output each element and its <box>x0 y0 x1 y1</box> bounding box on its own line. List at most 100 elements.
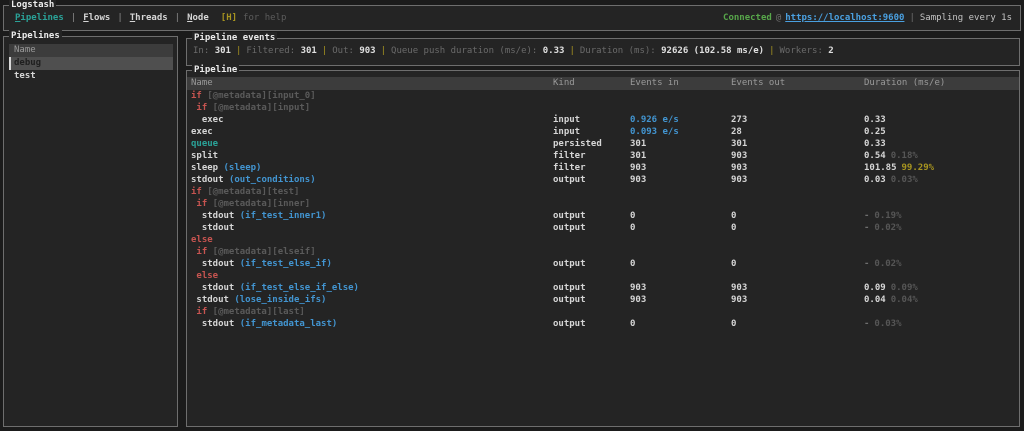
tab-node[interactable]: Node <box>187 13 209 23</box>
duration-cell: -0.02% <box>864 222 1019 234</box>
pipeline-table-row[interactable]: exec input0.093 e/s280.25 <box>187 126 1019 138</box>
sampling-interval-label: Sampling every 1s <box>920 13 1012 23</box>
pipeline-table-row[interactable]: else <box>187 234 1019 246</box>
component-kind <box>553 198 630 210</box>
name-segment-condition: [@metadata][last] <box>207 307 305 317</box>
tab-threads[interactable]: Threads <box>130 13 168 23</box>
connection-state: Connected <box>723 13 772 23</box>
pipeline-table-row[interactable]: execinput0.926 e/s2730.33 <box>187 114 1019 126</box>
events-in-value: 903 <box>630 174 731 186</box>
component-kind: output <box>553 318 630 330</box>
pipeline-title: Pipeline <box>192 64 239 77</box>
events-out-value <box>731 90 864 102</box>
column-header-name: Name <box>187 77 553 90</box>
pipeline-table: Name Kind Events in Events out Duration … <box>187 77 1019 330</box>
duration-value: 0.33 <box>864 139 886 149</box>
events-in-value: 0.093 e/s <box>630 126 731 138</box>
name-segment-id: (if_test_else_if) <box>240 259 332 269</box>
duration-cell <box>864 234 1019 246</box>
pipeline-table-row[interactable]: stdout (out_conditions)output9039030.030… <box>187 174 1019 186</box>
name-segment-condition: [@metadata][input] <box>207 103 310 113</box>
events-in-value <box>630 270 731 282</box>
pipeline-table-row[interactable]: if [@metadata][last] <box>187 306 1019 318</box>
at-symbol: @ <box>776 13 781 23</box>
name-segment-plain: stdout <box>202 211 240 221</box>
events-out-value: 903 <box>731 162 864 174</box>
pipeline-table-row[interactable]: if [@metadata][test] <box>187 186 1019 198</box>
name-segment-id: (sleep) <box>224 163 262 173</box>
events-out-value: 903 <box>731 294 864 306</box>
tab-pipelines[interactable]: Pipelines <box>15 13 64 23</box>
stat-value: 0.33 <box>543 46 565 56</box>
component-name: if [@metadata][inner] <box>187 198 553 210</box>
name-segment-plain: exec <box>191 127 213 137</box>
window-title: Logstash <box>9 0 56 12</box>
name-segment-keyword: if <box>191 91 202 101</box>
stat-label: Duration (ms): <box>580 46 661 56</box>
name-segment-keyword: else <box>191 235 213 245</box>
help-hotkey: [H] <box>221 13 237 23</box>
tab-flows[interactable]: Flows <box>83 13 110 23</box>
pipeline-table-row[interactable]: if [@metadata][input_0] <box>187 90 1019 102</box>
duration-percent: 0.09% <box>891 283 918 293</box>
duration-value: 0.33 <box>864 115 886 125</box>
stat-separator: | <box>569 46 574 56</box>
events-in-value <box>630 90 731 102</box>
pipeline-list-item-test[interactable]: test <box>9 70 173 83</box>
name-segment-condition: [@metadata][test] <box>202 187 300 197</box>
column-header-events-out: Events out <box>731 77 864 90</box>
name-segment-id: (if_metadata_last) <box>240 319 338 329</box>
tab-separator: | <box>71 13 76 23</box>
stat-value: 92626 (102.58 ms/e) <box>661 46 764 56</box>
name-segment-keyword: if <box>196 247 207 257</box>
pipeline-table-row[interactable]: sleep (sleep)filter903903101.8599.29% <box>187 162 1019 174</box>
events-out-value: 0 <box>731 258 864 270</box>
pipeline-table-row[interactable]: stdout (if_test_inner1)output00-0.19% <box>187 210 1019 222</box>
pipeline-list-item-debug[interactable]: debug <box>9 57 173 70</box>
events-out-value: 28 <box>731 126 864 138</box>
pipeline-table-row[interactable]: stdout (lose_inside_ifs)output9039030.04… <box>187 294 1019 306</box>
pipeline-table-row[interactable]: stdout (if_metadata_last)output00-0.03% <box>187 318 1019 330</box>
pipeline-table-row[interactable]: stdout (if_test_else_if)output00-0.02% <box>187 258 1019 270</box>
name-segment-keyword: if <box>196 199 207 209</box>
duration-value: 0.25 <box>864 127 886 137</box>
pipeline-table-row[interactable]: splitfilter3019030.540.18% <box>187 150 1019 162</box>
pipeline-events-panel: Pipeline events In: 301|Filtered: 301|Ou… <box>186 38 1020 66</box>
name-segment-condition: [@metadata][elseif] <box>207 247 315 257</box>
events-out-value: 0 <box>731 222 864 234</box>
duration-value: 0.09 <box>864 283 886 293</box>
component-name: if [@metadata][input_0] <box>187 90 553 102</box>
duration-cell: 0.33 <box>864 114 1019 126</box>
pipeline-table-row[interactable]: if [@metadata][elseif] <box>187 246 1019 258</box>
pipeline-table-row[interactable]: queuepersisted3013010.33 <box>187 138 1019 150</box>
stat-separator: | <box>236 46 241 56</box>
stat-separator: | <box>769 46 774 56</box>
pipeline-table-row[interactable]: else <box>187 270 1019 282</box>
events-in-value <box>630 234 731 246</box>
events-out-value: 903 <box>731 174 864 186</box>
connection-url-link[interactable]: https://localhost:9600 <box>785 13 904 23</box>
pipeline-table-row[interactable]: stdoutoutput00-0.02% <box>187 222 1019 234</box>
duration-value: - <box>864 211 869 221</box>
events-out-value <box>731 198 864 210</box>
name-segment-plain: stdout <box>202 319 240 329</box>
pipeline-table-row[interactable]: if [@metadata][input] <box>187 102 1019 114</box>
help-label: for help <box>243 13 286 23</box>
duration-cell: 0.33 <box>864 138 1019 150</box>
name-segment-keyword: if <box>196 307 207 317</box>
component-kind <box>553 270 630 282</box>
pipelines-list: debugtest <box>4 57 177 83</box>
events-in-value <box>630 306 731 318</box>
events-out-value: 301 <box>731 138 864 150</box>
pipeline-table-row[interactable]: if [@metadata][inner] <box>187 198 1019 210</box>
tab-separator: | <box>175 13 180 23</box>
pipeline-table-row[interactable]: stdout (if_test_else_if_else)output90390… <box>187 282 1019 294</box>
tab-hotkey-letter: N <box>187 13 192 23</box>
component-kind <box>553 186 630 198</box>
tab-bar: Pipelines|Flows|Threads|Node[H]for help … <box>4 6 1020 23</box>
component-name: else <box>187 234 553 246</box>
pipeline-panel: Pipeline Name Kind Events in Events out … <box>186 70 1020 427</box>
pipeline-table-header: Name Kind Events in Events out Duration … <box>187 77 1019 90</box>
component-kind: output <box>553 282 630 294</box>
component-kind: input <box>553 126 630 138</box>
